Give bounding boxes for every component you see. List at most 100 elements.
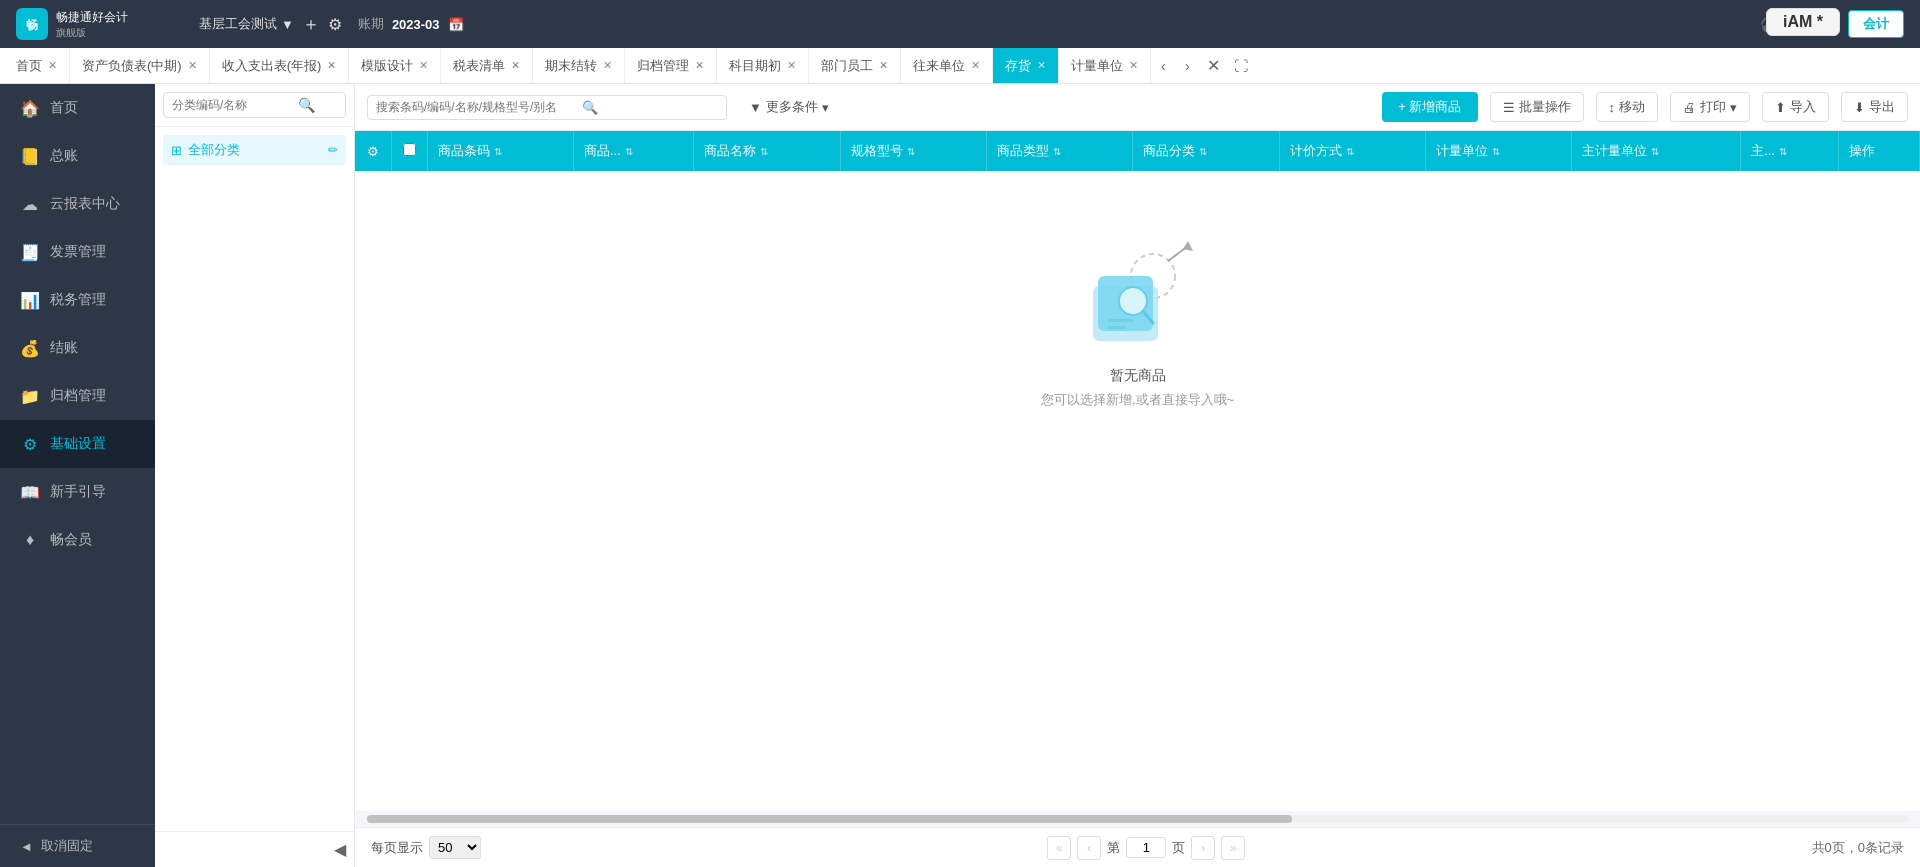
tab-income-close[interactable]: ✕ [327, 59, 336, 72]
col-type[interactable]: 商品类型⇅ [986, 131, 1132, 171]
per-page-label: 每页显示 [371, 839, 423, 857]
tab-archive-close[interactable]: ✕ [695, 59, 704, 72]
tab-partner-close[interactable]: ✕ [971, 59, 980, 72]
panel-layout: 🔍 ⊞ 全部分类 ✏ ◀ [155, 84, 1920, 867]
col-price-method[interactable]: 计价方式⇅ [1279, 131, 1425, 171]
tab-period-close-btn[interactable]: ✕ [603, 59, 612, 72]
more-filter-label: 更多条件 [766, 98, 818, 116]
print-button[interactable]: 🖨 打印 ▾ [1670, 92, 1750, 122]
sidebar-item-member[interactable]: ♦ 畅会员 [0, 516, 155, 564]
app-name: 畅捷通好会计 [56, 9, 128, 26]
more-filter-button[interactable]: ▼ 更多条件 ▾ [739, 94, 839, 120]
sidebar-item-settings[interactable]: ⚙ 基础设置 [0, 420, 155, 468]
product-search-icon[interactable]: 🔍 [582, 100, 598, 115]
tab-dept-close[interactable]: ✕ [879, 59, 888, 72]
app-sub: 旗舰版 [56, 26, 128, 40]
sidebar-item-invoice[interactable]: 🧾 发票管理 [0, 228, 155, 276]
sidebar-item-close-account[interactable]: 💰 结账 [0, 324, 155, 372]
tab-balance-label: 资产负债表(中期) [82, 57, 182, 75]
tab-inventory[interactable]: 存货 ✕ [993, 48, 1059, 84]
tab-unit-close[interactable]: ✕ [1129, 59, 1138, 72]
col-main-unit[interactable]: 主计量单位⇅ [1572, 131, 1741, 171]
tab-template[interactable]: 模版设计 ✕ [349, 48, 441, 84]
content-area: 🔍 ⊞ 全部分类 ✏ ◀ [155, 84, 1920, 867]
col-category[interactable]: 商品分类⇅ [1133, 131, 1279, 171]
sidebar-item-guide[interactable]: 📖 新手引导 [0, 468, 155, 516]
col-check[interactable] [391, 131, 427, 171]
tab-balance-sheet[interactable]: 资产负债表(中期) ✕ [70, 48, 210, 84]
collapse-panel-button[interactable]: ◀ [334, 840, 346, 859]
import-button[interactable]: ⬆ 导入 [1762, 92, 1829, 122]
move-icon: ↕ [1609, 100, 1616, 115]
batch-operate-button[interactable]: ☰ 批量操作 [1490, 92, 1584, 122]
svg-rect-10 [1108, 326, 1126, 329]
tab-inventory-close[interactable]: ✕ [1037, 59, 1046, 72]
select-all-checkbox[interactable] [403, 143, 416, 156]
tab-homepage-close[interactable]: ✕ [48, 59, 57, 72]
col-gear[interactable]: ⚙ [355, 131, 391, 171]
sidebar-item-ledger[interactable]: 📒 总账 [0, 132, 155, 180]
category-edit-icon[interactable]: ✏ [328, 143, 338, 157]
sidebar-label-invoice: 发票管理 [50, 243, 106, 261]
sidebar-label-cloud: 云报表中心 [50, 195, 120, 213]
chevron-down-icon: ▾ [822, 100, 829, 115]
kuaiji-button[interactable]: 会计 [1848, 10, 1904, 38]
sidebar-unpin-button[interactable]: ◄ 取消固定 [0, 824, 155, 867]
tab-dept[interactable]: 部门员工 ✕ [809, 48, 901, 84]
move-button[interactable]: ↕ 移动 [1596, 92, 1659, 122]
category-search-icon[interactable]: 🔍 [298, 97, 315, 113]
per-page-select[interactable]: 50 100 200 [429, 836, 481, 859]
calendar-icon[interactable]: 📅 [448, 17, 464, 32]
tab-period-close[interactable]: 期末结转 ✕ [533, 48, 625, 84]
first-page-button[interactable]: « [1047, 836, 1071, 860]
next-page-button[interactable]: › [1191, 836, 1215, 860]
sidebar-item-cloud[interactable]: ☁ 云报表中心 [0, 180, 155, 228]
iam-star-badge[interactable]: iAM * [1766, 8, 1840, 36]
tab-unit[interactable]: 计量单位 ✕ [1059, 48, 1151, 84]
tab-homepage-label: 首页 [16, 57, 42, 75]
page-number-input[interactable] [1126, 837, 1166, 858]
tab-homepage[interactable]: 首页 ✕ [4, 48, 70, 84]
prev-page-button[interactable]: ‹ [1077, 836, 1101, 860]
tab-tax-close[interactable]: ✕ [511, 59, 520, 72]
period-value: 2023-03 [392, 17, 440, 32]
sidebar-label-member: 畅会员 [50, 531, 92, 549]
search-toolbar: 🔍 ▼ 更多条件 ▾ + 新增商品 ☰ 批量操作 ↕ [355, 84, 1920, 131]
import-label: 导入 [1790, 98, 1816, 116]
sidebar-item-archive[interactable]: 📁 归档管理 [0, 372, 155, 420]
product-search-input[interactable] [376, 100, 576, 114]
add-tab-button[interactable]: ＋ [302, 12, 320, 36]
sidebar-item-tax[interactable]: 📊 税务管理 [0, 276, 155, 324]
tab-partner[interactable]: 往来单位 ✕ [901, 48, 993, 84]
page-label: 第 [1107, 839, 1120, 857]
tab-expand-button[interactable]: ⛶ [1227, 48, 1255, 84]
left-panel-header: 🔍 [155, 84, 354, 127]
category-search-input[interactable] [172, 98, 292, 112]
tab-balance-close[interactable]: ✕ [188, 59, 197, 72]
tab-income[interactable]: 收入支出表(年报) ✕ [210, 48, 350, 84]
col-barcode[interactable]: 商品条码⇅ [427, 131, 573, 171]
company-dropdown[interactable]: 基层工会测试 ▼ [199, 15, 294, 33]
tab-prev-button[interactable]: ‹ [1151, 48, 1175, 84]
col-spec[interactable]: 规格型号⇅ [840, 131, 986, 171]
col-unit[interactable]: 计量单位⇅ [1426, 131, 1572, 171]
tab-tax-list[interactable]: 税表清单 ✕ [441, 48, 533, 84]
last-page-button[interactable]: » [1221, 836, 1245, 860]
horizontal-scrollbar[interactable] [367, 815, 1908, 823]
tab-next-button[interactable]: › [1175, 48, 1199, 84]
settings-top-button[interactable]: ⚙ [328, 15, 342, 34]
scrollbar-thumb[interactable] [367, 815, 1292, 823]
category-all[interactable]: ⊞ 全部分类 ✏ [163, 135, 346, 165]
col-name[interactable]: 商品名称⇅ [694, 131, 840, 171]
tab-subject[interactable]: 科目期初 ✕ [717, 48, 809, 84]
tab-template-close[interactable]: ✕ [419, 59, 428, 72]
export-button[interactable]: ⬇ 导出 [1841, 92, 1908, 122]
sidebar-unpin-label: 取消固定 [41, 837, 93, 855]
col-main-abbr[interactable]: 主...⇅ [1741, 131, 1839, 171]
tab-archive[interactable]: 归档管理 ✕ [625, 48, 717, 84]
col-code[interactable]: 商品...⇅ [573, 131, 693, 171]
tab-subject-close[interactable]: ✕ [787, 59, 796, 72]
tab-close-all-button[interactable]: ✕ [1199, 48, 1227, 84]
add-product-button[interactable]: + 新增商品 [1382, 92, 1477, 122]
sidebar-item-home[interactable]: 🏠 首页 [0, 84, 155, 132]
